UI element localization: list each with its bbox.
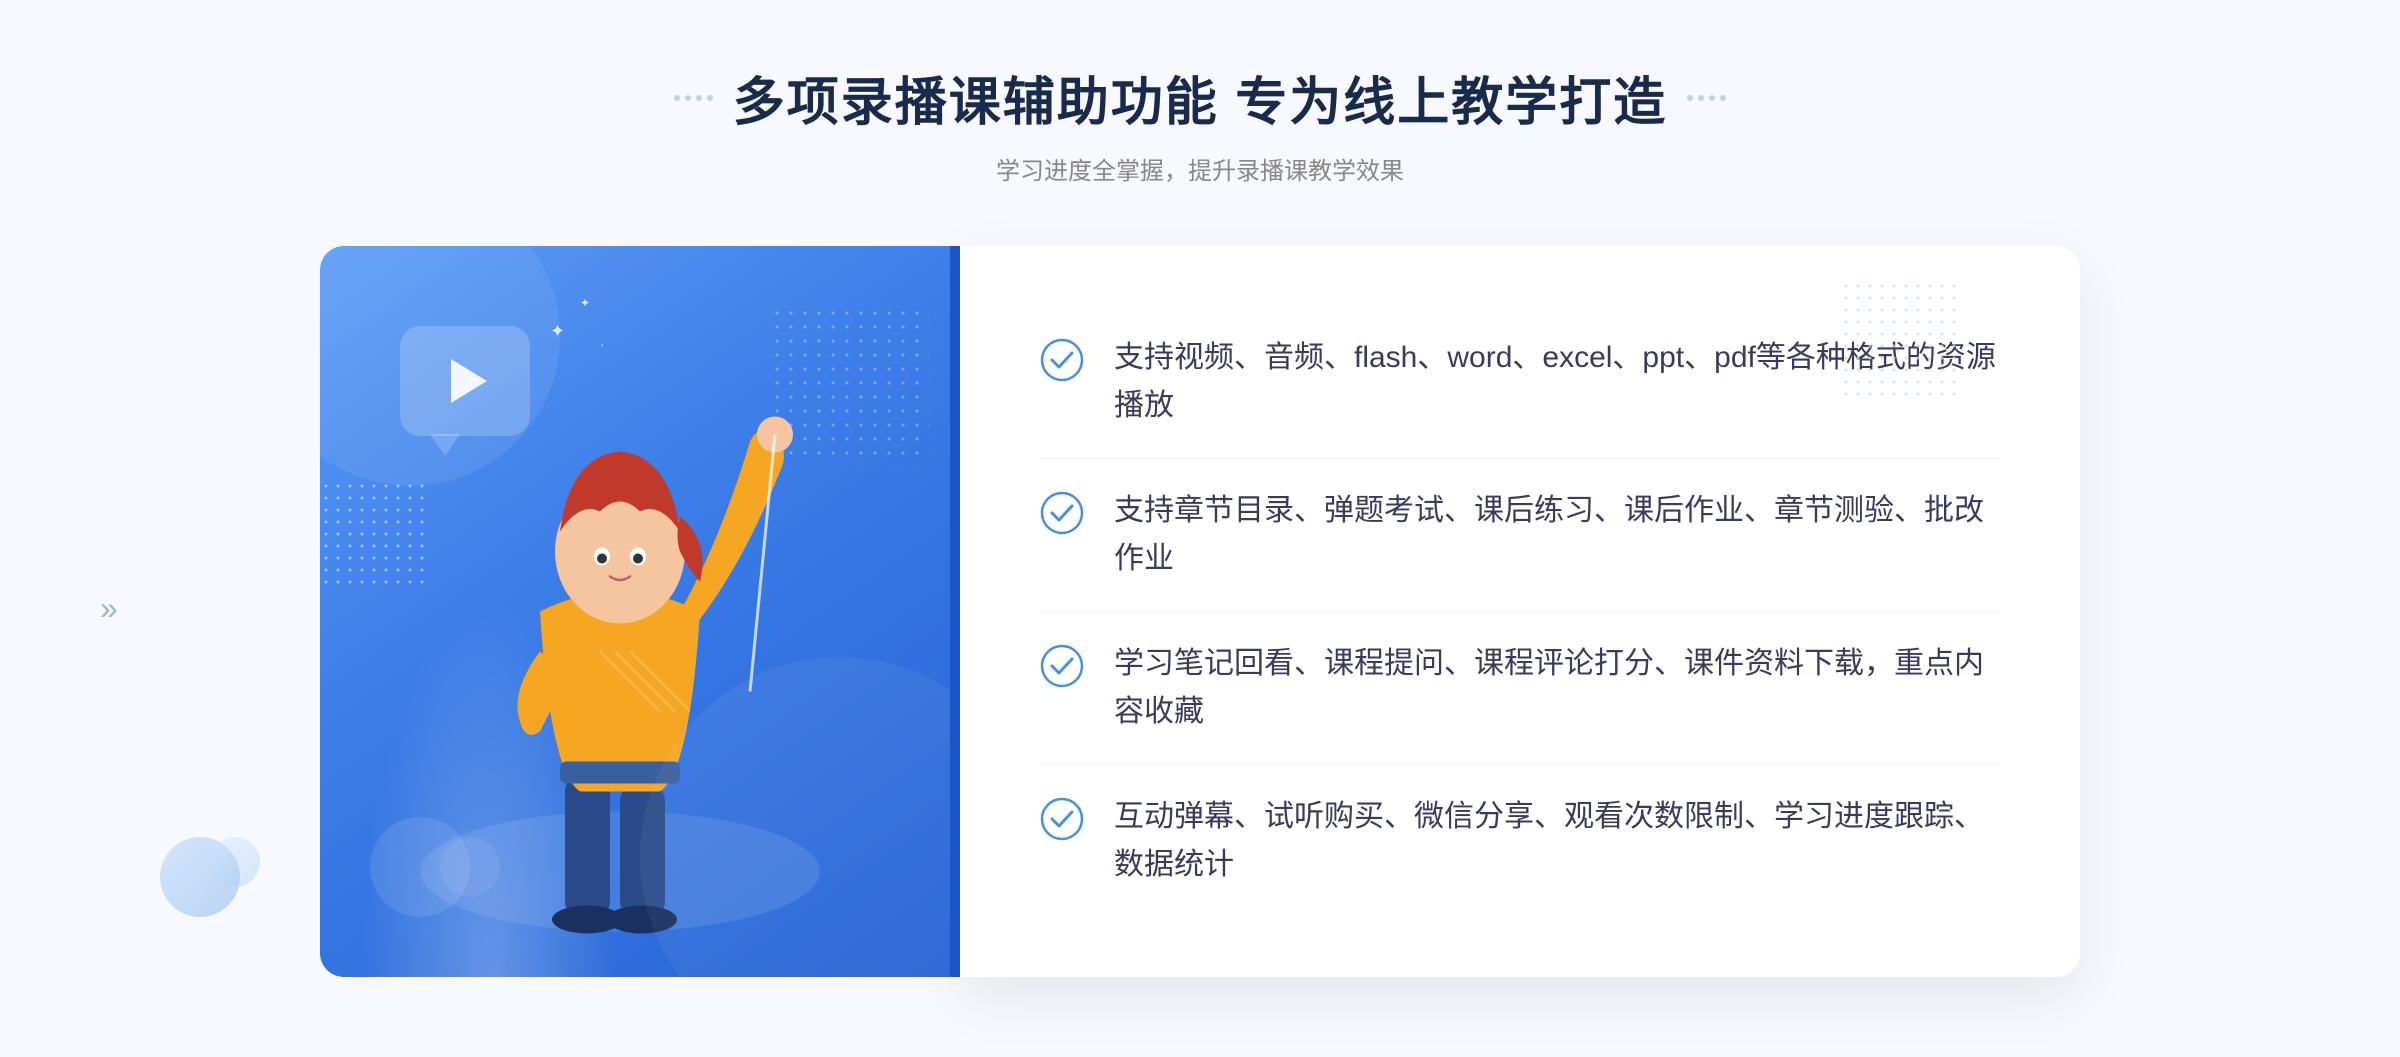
title-dots-left xyxy=(674,95,713,101)
check-icon-2 xyxy=(1040,491,1084,535)
check-icon-3 xyxy=(1040,644,1084,688)
sub-title: 学习进度全掌握，提升录播课教学效果 xyxy=(996,151,1404,186)
main-title: 多项录播课辅助功能 专为线上教学打造 xyxy=(733,60,1667,135)
page-wrapper: » 多项录播课辅助功能 专为线上教学打造 学习进度全掌握，提升录播课教学效果 ✦ xyxy=(0,0,2400,1057)
title-dots-right xyxy=(1687,95,1726,101)
arrows-left-decoration: » xyxy=(100,590,118,627)
check-icon-1 xyxy=(1040,338,1084,382)
title-section: 多项录播课辅助功能 专为线上教学打造 学习进度全掌握，提升录播课教学效果 xyxy=(674,60,1726,186)
person-illustration xyxy=(320,246,960,977)
outside-circle-decoration-2 xyxy=(210,837,260,887)
dot-pattern-left-lower xyxy=(320,480,430,590)
feature-text-4: 互动弹幕、试听购买、微信分享、观看次数限制、学习进度跟踪、数据统计 xyxy=(1114,793,2000,889)
title-row: 多项录播课辅助功能 专为线上教学打造 xyxy=(674,60,1726,135)
dot-pattern-right xyxy=(1840,280,1960,400)
content-area: ✦ ✦ · xyxy=(320,246,2080,977)
feature-item-4: 互动弹幕、试听购买、微信分享、观看次数限制、学习进度跟踪、数据统计 xyxy=(1040,765,2000,917)
feature-item-3: 学习笔记回看、课程提问、课程评论打分、课件资料下载，重点内容收藏 xyxy=(1040,612,2000,765)
illustration-card: ✦ ✦ · xyxy=(320,246,960,977)
blue-border-bar xyxy=(950,246,960,977)
feature-text-2: 支持章节目录、弹题考试、课后练习、课后作业、章节测验、批改作业 xyxy=(1114,487,2000,583)
feature-item-2: 支持章节目录、弹题考试、课后练习、课后作业、章节测验、批改作业 xyxy=(1040,459,2000,612)
feature-text-3: 学习笔记回看、课程提问、课程评论打分、课件资料下载，重点内容收藏 xyxy=(1114,640,2000,736)
check-icon-4 xyxy=(1040,797,1084,841)
